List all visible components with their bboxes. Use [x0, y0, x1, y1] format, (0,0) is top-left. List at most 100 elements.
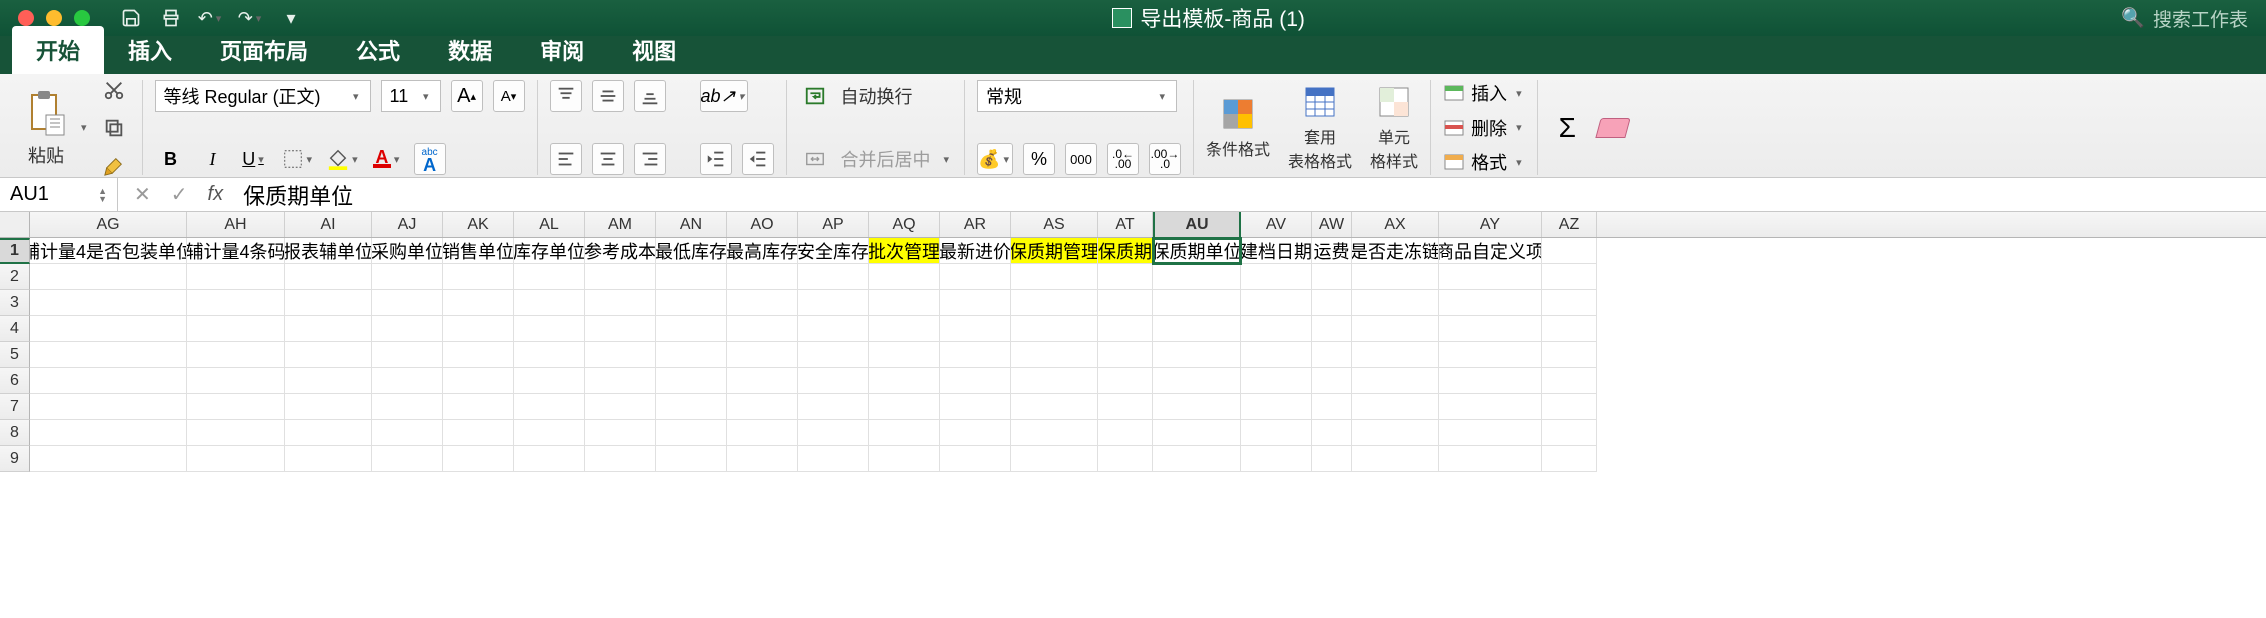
- cell-AQ1[interactable]: 批次管理: [869, 238, 940, 264]
- spreadsheet-grid[interactable]: AGAHAIAJAKALAMANAOAPAQARASATAUAVAWAXAYAZ…: [0, 212, 2266, 472]
- paste-button[interactable]: 粘贴: [22, 88, 70, 168]
- cell-AO2[interactable]: [727, 264, 798, 290]
- cell-AV5[interactable]: [1241, 342, 1312, 368]
- cell-AJ2[interactable]: [372, 264, 443, 290]
- paste-dropdown[interactable]: ▾: [78, 121, 90, 134]
- cell-AV6[interactable]: [1241, 368, 1312, 394]
- row-header-4[interactable]: 4: [0, 316, 30, 342]
- cell-AQ3[interactable]: [869, 290, 940, 316]
- cell-AZ9[interactable]: [1542, 446, 1597, 472]
- cell-AU5[interactable]: [1153, 342, 1241, 368]
- cell-AI9[interactable]: [285, 446, 372, 472]
- cell-AP2[interactable]: [798, 264, 869, 290]
- cell-AT2[interactable]: [1098, 264, 1153, 290]
- search-box[interactable]: 🔍 搜索工作表: [2103, 5, 2266, 32]
- cell-AN2[interactable]: [656, 264, 727, 290]
- decrease-font-button[interactable]: A▾: [493, 80, 525, 112]
- cell-AO1[interactable]: 最高库存: [727, 238, 798, 264]
- cell-AW5[interactable]: [1312, 342, 1352, 368]
- cell-AX6[interactable]: [1352, 368, 1439, 394]
- cell-AU9[interactable]: [1153, 446, 1241, 472]
- cell-AL7[interactable]: [514, 394, 585, 420]
- cut-button[interactable]: [98, 74, 130, 106]
- cell-AO3[interactable]: [727, 290, 798, 316]
- cell-AR8[interactable]: [940, 420, 1011, 446]
- column-header-AO[interactable]: AO: [727, 212, 798, 237]
- column-header-AP[interactable]: AP: [798, 212, 869, 237]
- cell-AW9[interactable]: [1312, 446, 1352, 472]
- cell-AY2[interactable]: [1439, 264, 1542, 290]
- cell-AR9[interactable]: [940, 446, 1011, 472]
- cell-AN6[interactable]: [656, 368, 727, 394]
- cell-AP6[interactable]: [798, 368, 869, 394]
- delete-cells-button[interactable]: 删除▾: [1443, 115, 1525, 141]
- align-middle-button[interactable]: [592, 80, 624, 112]
- increase-decimal-button[interactable]: .0←.00: [1107, 143, 1139, 175]
- cell-AT3[interactable]: [1098, 290, 1153, 316]
- cell-AJ1[interactable]: 采购单位: [372, 238, 443, 264]
- cell-AL8[interactable]: [514, 420, 585, 446]
- cell-AL5[interactable]: [514, 342, 585, 368]
- align-top-button[interactable]: [550, 80, 582, 112]
- cell-AY3[interactable]: [1439, 290, 1542, 316]
- cancel-formula-icon[interactable]: ✕: [134, 182, 151, 207]
- border-button[interactable]: ▾: [281, 143, 317, 175]
- cell-AK5[interactable]: [443, 342, 514, 368]
- close-window-button[interactable]: [18, 10, 34, 26]
- row-header-8[interactable]: 8: [0, 420, 30, 446]
- cell-AW4[interactable]: [1312, 316, 1352, 342]
- cell-AW7[interactable]: [1312, 394, 1352, 420]
- cell-AL6[interactable]: [514, 368, 585, 394]
- font-name-select[interactable]: 等线 Regular (正文)▾: [155, 80, 371, 112]
- cell-AT8[interactable]: [1098, 420, 1153, 446]
- cell-AU3[interactable]: [1153, 290, 1241, 316]
- font-size-select[interactable]: 11▾: [381, 80, 441, 112]
- cell-AK1[interactable]: 销售单位: [443, 238, 514, 264]
- merge-center-label[interactable]: 合并后居中: [841, 146, 931, 172]
- orientation-button[interactable]: ab↗▾: [700, 80, 749, 112]
- cell-AI3[interactable]: [285, 290, 372, 316]
- insert-cells-button[interactable]: 插入▾: [1443, 80, 1525, 106]
- cell-AW2[interactable]: [1312, 264, 1352, 290]
- cell-AM1[interactable]: 参考成本: [585, 238, 656, 264]
- confirm-formula-icon[interactable]: ✓: [171, 182, 188, 207]
- cell-AZ1[interactable]: [1542, 238, 1597, 264]
- cell-AJ8[interactable]: [372, 420, 443, 446]
- tab-公式[interactable]: 公式: [332, 26, 424, 74]
- font-color-button[interactable]: A▾: [372, 143, 404, 175]
- cell-AW1[interactable]: 运费: [1312, 238, 1352, 264]
- column-header-AM[interactable]: AM: [585, 212, 656, 237]
- column-header-AI[interactable]: AI: [285, 212, 372, 237]
- cell-AQ9[interactable]: [869, 446, 940, 472]
- cell-AX1[interactable]: 是否走冻链: [1352, 238, 1439, 264]
- cell-AX7[interactable]: [1352, 394, 1439, 420]
- cell-AY8[interactable]: [1439, 420, 1542, 446]
- cell-AP1[interactable]: 安全库存: [798, 238, 869, 264]
- cell-AS8[interactable]: [1011, 420, 1098, 446]
- cell-AV3[interactable]: [1241, 290, 1312, 316]
- merge-dropdown[interactable]: ▾: [941, 153, 953, 166]
- cell-AG1[interactable]: 辅计量4是否包装单位: [30, 238, 187, 264]
- column-header-AV[interactable]: AV: [1241, 212, 1312, 237]
- cell-AX5[interactable]: [1352, 342, 1439, 368]
- cell-AY7[interactable]: [1439, 394, 1542, 420]
- cell-AT7[interactable]: [1098, 394, 1153, 420]
- percent-button[interactable]: %: [1023, 143, 1055, 175]
- cell-AW6[interactable]: [1312, 368, 1352, 394]
- cell-AI8[interactable]: [285, 420, 372, 446]
- bold-button[interactable]: B: [155, 143, 187, 175]
- cell-AS2[interactable]: [1011, 264, 1098, 290]
- cell-AY1[interactable]: 商品自定义项: [1439, 238, 1542, 264]
- cell-AI7[interactable]: [285, 394, 372, 420]
- cell-AK2[interactable]: [443, 264, 514, 290]
- cell-AO4[interactable]: [727, 316, 798, 342]
- tab-页面布局[interactable]: 页面布局: [196, 26, 332, 74]
- number-format-select[interactable]: 常规▾: [977, 80, 1177, 112]
- name-box-stepper[interactable]: ▲▼: [98, 187, 107, 203]
- cell-styles-button[interactable]: 单元 格样式: [1370, 84, 1418, 172]
- formula-value[interactable]: 保质期单位: [243, 179, 353, 211]
- cell-AJ9[interactable]: [372, 446, 443, 472]
- decrease-decimal-button[interactable]: .00→.0: [1149, 143, 1181, 175]
- format-painter-button[interactable]: [98, 150, 130, 182]
- align-bottom-button[interactable]: [634, 80, 666, 112]
